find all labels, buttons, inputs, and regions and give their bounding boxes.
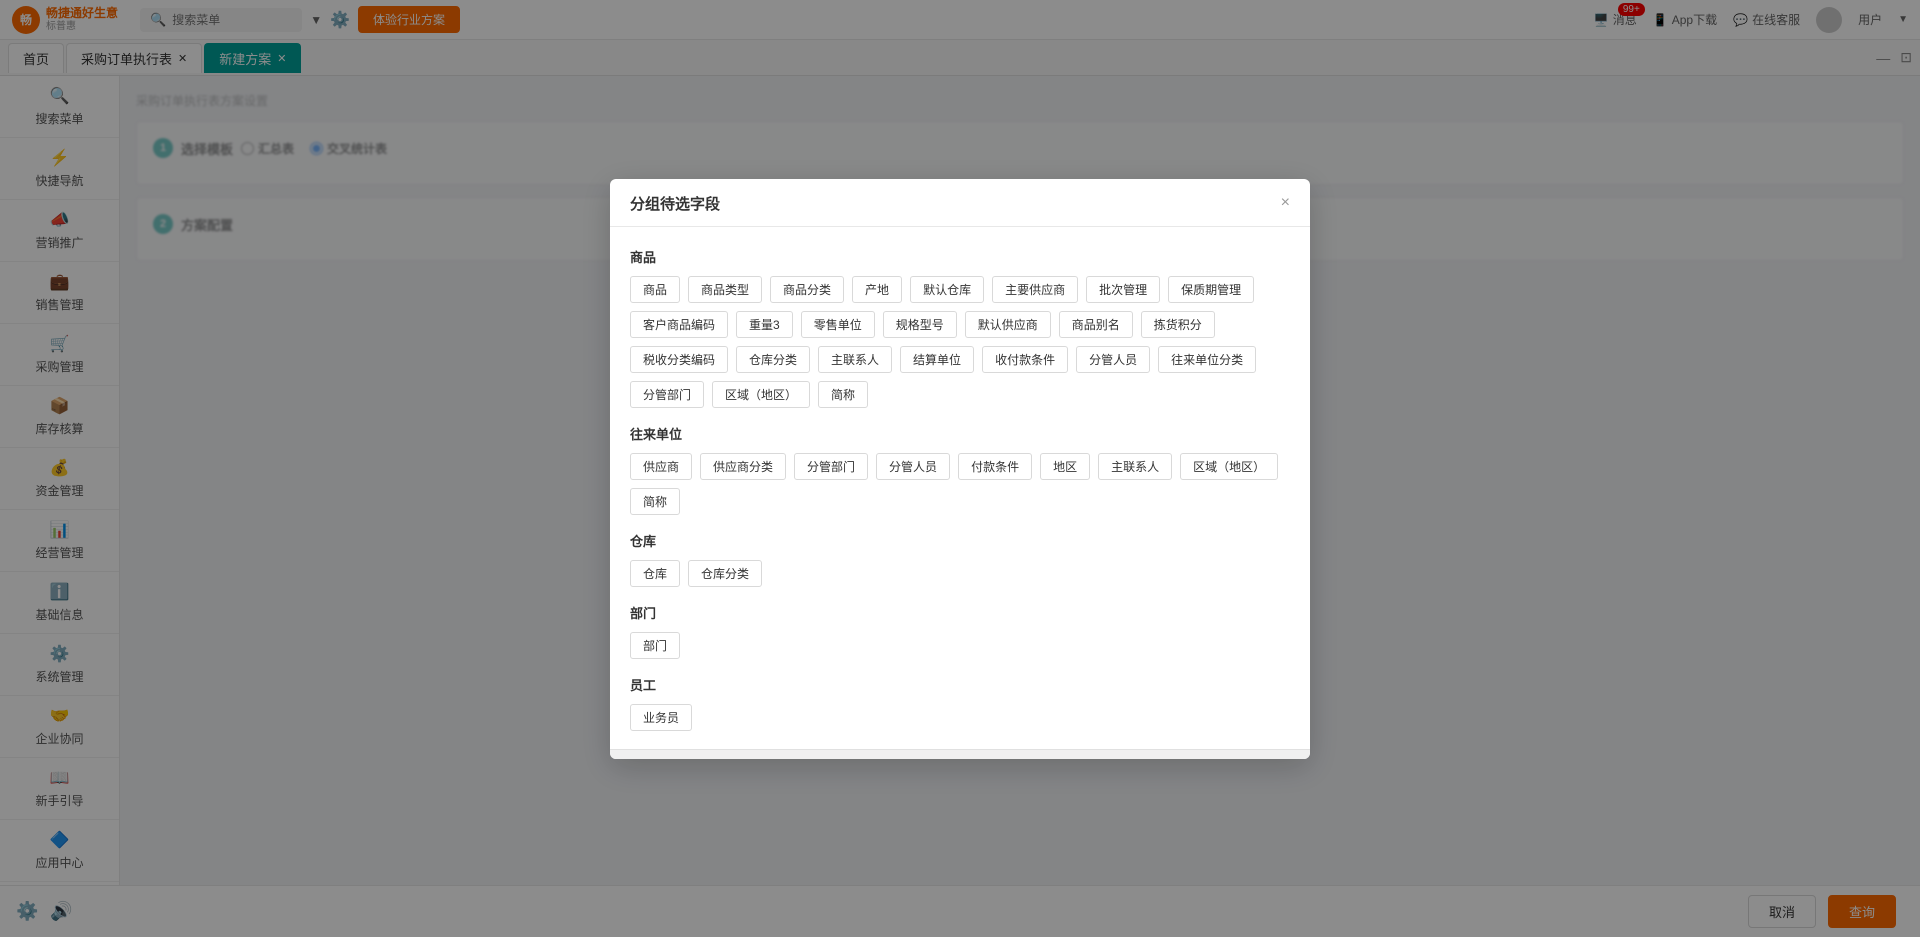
field-tag-goods-20[interactable]: 分管人员 (1076, 346, 1150, 373)
field-tag-goods-0[interactable]: 商品 (630, 276, 680, 303)
modal-overlay: 分组待选字段 × 商品 商品 商品类型 商品分类 产地 默认仓库 主要供应商 批… (0, 0, 1920, 937)
field-tag-goods-16[interactable]: 仓库分类 (736, 346, 810, 373)
section-warehouse-title: 仓库 (630, 531, 1290, 550)
field-tag-goods-12[interactable]: 默认供应商 (965, 311, 1051, 338)
modal-header: 分组待选字段 × (610, 179, 1310, 227)
warehouse-field-tags: 仓库 仓库分类 (630, 560, 1290, 587)
field-tag-partner-2[interactable]: 分管部门 (794, 453, 868, 480)
modal-close-button[interactable]: × (1281, 194, 1290, 212)
field-tag-goods-18[interactable]: 结算单位 (900, 346, 974, 373)
employee-field-tags: 业务员 (630, 704, 1290, 731)
field-tag-partner-3[interactable]: 分管人员 (876, 453, 950, 480)
section-partner-title: 往来单位 (630, 424, 1290, 443)
field-tag-partner-6[interactable]: 主联系人 (1098, 453, 1172, 480)
field-tag-goods-14[interactable]: 拣货积分 (1141, 311, 1215, 338)
field-tag-dept-0[interactable]: 部门 (630, 632, 680, 659)
field-tag-goods-5[interactable]: 主要供应商 (992, 276, 1078, 303)
field-tag-goods-2[interactable]: 商品分类 (770, 276, 844, 303)
field-tag-goods-13[interactable]: 商品别名 (1059, 311, 1133, 338)
section-employee-title: 员工 (630, 675, 1290, 694)
field-tag-partner-1[interactable]: 供应商分类 (700, 453, 786, 480)
field-tag-goods-23[interactable]: 区域（地区） (712, 381, 810, 408)
field-tag-goods-21[interactable]: 往来单位分类 (1158, 346, 1256, 373)
field-tag-partner-5[interactable]: 地区 (1040, 453, 1090, 480)
field-tag-goods-8[interactable]: 客户商品编码 (630, 311, 728, 338)
partner-field-tags: 供应商 供应商分类 分管部门 分管人员 付款条件 地区 主联系人 区域（地区） … (630, 453, 1290, 515)
field-tag-goods-22[interactable]: 分管部门 (630, 381, 704, 408)
field-tag-goods-24[interactable]: 简称 (818, 381, 868, 408)
field-tag-goods-17[interactable]: 主联系人 (818, 346, 892, 373)
field-tag-goods-3[interactable]: 产地 (852, 276, 902, 303)
field-tag-warehouse-1[interactable]: 仓库分类 (688, 560, 762, 587)
field-tag-partner-0[interactable]: 供应商 (630, 453, 692, 480)
field-tag-warehouse-0[interactable]: 仓库 (630, 560, 680, 587)
field-select-modal: 分组待选字段 × 商品 商品 商品类型 商品分类 产地 默认仓库 主要供应商 批… (610, 179, 1310, 759)
dept-field-tags: 部门 (630, 632, 1290, 659)
modal-horizontal-scrollbar[interactable] (610, 749, 1310, 759)
field-tag-goods-11[interactable]: 规格型号 (883, 311, 957, 338)
field-tag-partner-7[interactable]: 区域（地区） (1180, 453, 1278, 480)
field-tag-goods-15[interactable]: 税收分类编码 (630, 346, 728, 373)
field-tag-partner-4[interactable]: 付款条件 (958, 453, 1032, 480)
field-tag-goods-9[interactable]: 重量3 (736, 311, 793, 338)
goods-field-tags: 商品 商品类型 商品分类 产地 默认仓库 主要供应商 批次管理 保质期管理 客户… (630, 276, 1290, 408)
field-tag-partner-8[interactable]: 简称 (630, 488, 680, 515)
modal-body: 商品 商品 商品类型 商品分类 产地 默认仓库 主要供应商 批次管理 保质期管理… (610, 227, 1310, 749)
field-tag-goods-6[interactable]: 批次管理 (1086, 276, 1160, 303)
field-tag-goods-4[interactable]: 默认仓库 (910, 276, 984, 303)
field-tag-goods-7[interactable]: 保质期管理 (1168, 276, 1254, 303)
field-tag-employee-0[interactable]: 业务员 (630, 704, 692, 731)
field-tag-goods-19[interactable]: 收付款条件 (982, 346, 1068, 373)
section-goods-title: 商品 (630, 247, 1290, 266)
modal-title: 分组待选字段 (630, 193, 720, 214)
section-dept-title: 部门 (630, 603, 1290, 622)
field-tag-goods-1[interactable]: 商品类型 (688, 276, 762, 303)
field-tag-goods-10[interactable]: 零售单位 (801, 311, 875, 338)
